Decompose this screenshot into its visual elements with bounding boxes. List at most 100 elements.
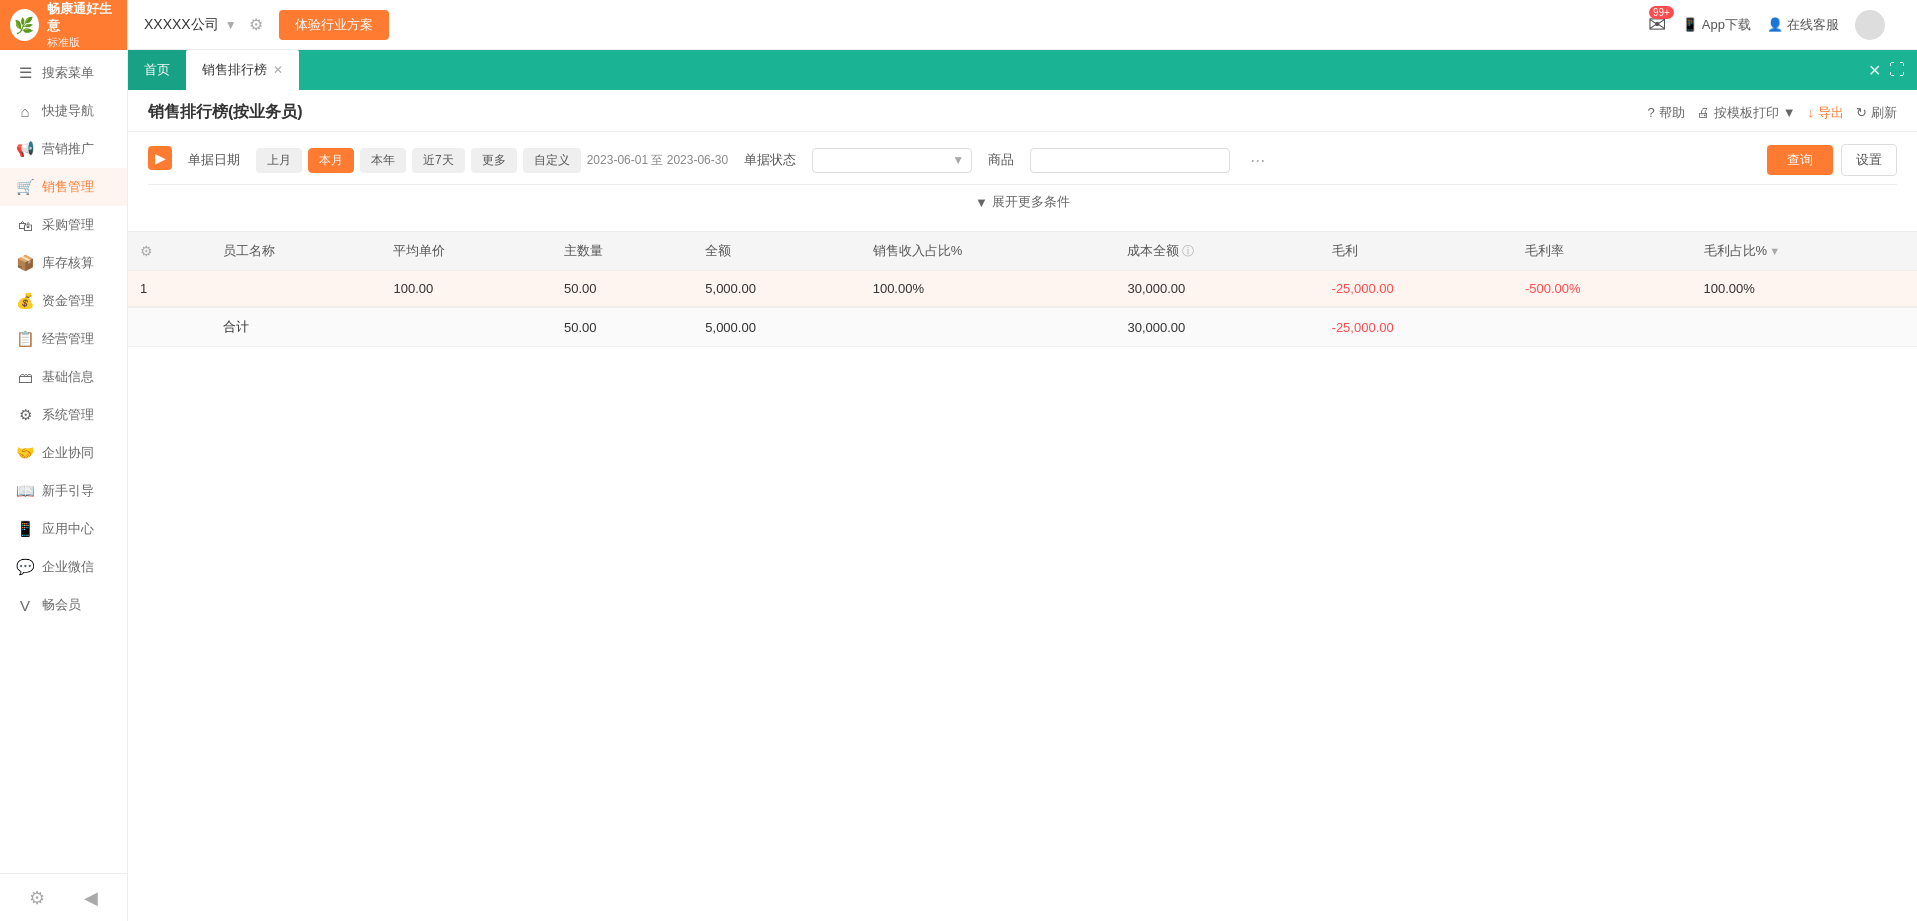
- date-btn-prev-month[interactable]: 上月: [256, 148, 302, 173]
- sidebar-icon-9: ⚙: [16, 406, 34, 424]
- company-arrow-icon: ▼: [225, 18, 237, 32]
- sidebar-label-4: 采购管理: [42, 216, 94, 234]
- sidebar-item-10[interactable]: 🤝 企业协同: [0, 434, 127, 472]
- sidebar-icon-1: ⌂: [16, 103, 34, 120]
- tab-close-icon[interactable]: ✕: [273, 63, 283, 77]
- logo-text: 畅康通好生意 标准版: [47, 1, 117, 49]
- query-button[interactable]: 查询: [1767, 145, 1833, 175]
- tab-sales-ranking[interactable]: 销售排行榜 ✕: [186, 50, 299, 90]
- logo-line2: 标准版: [47, 35, 117, 49]
- sidebar-item-8[interactable]: 🗃 基础信息: [0, 358, 127, 396]
- expand-more-button[interactable]: ▼ 展开更多条件: [975, 193, 1070, 211]
- settings-button[interactable]: 设置: [1841, 144, 1897, 176]
- sidebar-item-11[interactable]: 📖 新手引导: [0, 472, 127, 510]
- table-row: 1100.0050.005,000.00100.00%30,000.00-25,…: [128, 271, 1917, 308]
- table-container: ⚙ 员工名称 平均单价 主数量 全额 销售收入占比% 成本全额ⓘ 毛利 毛利率 …: [128, 232, 1917, 921]
- status-filter-label: 单据状态: [744, 151, 796, 169]
- filter-row-1: 单据日期 上月 本月 本年 近7天 更多 自定义 2023-06-01 至 20…: [188, 144, 1897, 176]
- sidebar-item-9[interactable]: ⚙ 系统管理: [0, 396, 127, 434]
- goods-input[interactable]: [1030, 148, 1230, 173]
- tab-home[interactable]: 首页: [128, 50, 186, 90]
- tab-home-label: 首页: [144, 61, 170, 79]
- footer-sales-pct: [861, 307, 1116, 347]
- app-icon: 📱: [1682, 17, 1698, 32]
- cell-name: [211, 271, 381, 308]
- sidebar-item-12[interactable]: 📱 应用中心: [0, 510, 127, 548]
- table-header-row: ⚙ 员工名称 平均单价 主数量 全额 销售收入占比% 成本全额ⓘ 毛利 毛利率 …: [128, 232, 1917, 271]
- status-select[interactable]: [812, 148, 972, 173]
- sidebar-item-0[interactable]: ☰ 搜索菜单: [0, 54, 127, 92]
- sidebar-item-5[interactable]: 📦 库存核算: [0, 244, 127, 282]
- sidebar-icon-0: ☰: [16, 64, 34, 82]
- date-btn-7days[interactable]: 近7天: [412, 148, 465, 173]
- date-btn-cur-month[interactable]: 本月: [308, 148, 354, 173]
- sidebar-label-3: 销售管理: [42, 178, 94, 196]
- col-gross-pct: 毛利占比%▼: [1692, 232, 1917, 271]
- date-btn-more[interactable]: 更多: [471, 148, 517, 173]
- topbar-right: ✉ 99+ 📱 App下载 👤 在线客服: [1648, 10, 1901, 40]
- print-label: 按模板打印: [1714, 104, 1779, 122]
- avatar[interactable]: [1855, 10, 1885, 40]
- col-amount: 全额: [693, 232, 860, 271]
- filter-bar: ▶ 单据日期 上月 本月 本年 近7天 更多 自定义 2023-06-01 至 …: [128, 132, 1917, 232]
- help-button[interactable]: ? 帮助: [1647, 104, 1684, 122]
- settings-gear-icon[interactable]: ⚙: [249, 15, 263, 34]
- goods-filter-label: 商品: [988, 151, 1014, 169]
- cell-avg-price: 100.00: [381, 271, 551, 308]
- col-cost: 成本全额ⓘ: [1115, 232, 1319, 271]
- sidebar-label-1: 快捷导航: [42, 102, 94, 120]
- sidebar-label-2: 营销推广: [42, 140, 94, 158]
- date-btn-custom[interactable]: 自定义: [523, 148, 581, 173]
- col-quantity: 主数量: [552, 232, 693, 271]
- sidebar-label-8: 基础信息: [42, 368, 94, 386]
- sidebar-icon-10: 🤝: [16, 444, 34, 462]
- sidebar-item-1[interactable]: ⌂ 快捷导航: [0, 92, 127, 130]
- logo-icon: 🌿: [10, 9, 39, 41]
- sidebar-icon-5: 📦: [16, 254, 34, 272]
- sidebar-item-7[interactable]: 📋 经营管理: [0, 320, 127, 358]
- collapse-icon[interactable]: ◀: [84, 887, 98, 909]
- sidebar-icon-3: 🛒: [16, 178, 34, 196]
- export-button[interactable]: ↓ 导出: [1808, 104, 1845, 122]
- col-name: 员工名称: [211, 232, 381, 271]
- main-area: XXXXX公司 ▼ ⚙ 体验行业方案 ✉ 99+ 📱 App下载 👤 在线客服: [128, 0, 1917, 921]
- date-btn-cur-year[interactable]: 本年: [360, 148, 406, 173]
- company-selector[interactable]: XXXXX公司 ▼: [144, 16, 237, 34]
- filter-toggle-button[interactable]: ▶: [148, 146, 172, 170]
- filter-more-dots[interactable]: ···: [1250, 150, 1265, 171]
- column-settings-icon[interactable]: ⚙: [140, 243, 153, 259]
- cost-info-icon[interactable]: ⓘ: [1182, 244, 1194, 258]
- company-name: XXXXX公司: [144, 16, 219, 34]
- sidebar-item-4[interactable]: 🛍 采购管理: [0, 206, 127, 244]
- settings-icon[interactable]: ⚙: [29, 887, 45, 909]
- footer-quantity: 50.00: [552, 307, 693, 347]
- print-button[interactable]: 🖨 按模板打印 ▼: [1697, 104, 1796, 122]
- sidebar-icon-7: 📋: [16, 330, 34, 348]
- refresh-icon: ↻: [1856, 105, 1867, 120]
- sidebar-item-6[interactable]: 💰 资金管理: [0, 282, 127, 320]
- tab-close-all-icon[interactable]: ✕: [1868, 61, 1881, 80]
- page-header: 销售排行榜(按业务员) ? 帮助 🖨 按模板打印 ▼ ↓ 导出 ↻ 刷新: [128, 90, 1917, 132]
- sidebar-item-13[interactable]: 💬 企业微信: [0, 548, 127, 586]
- gross-pct-sort-icon[interactable]: ▼: [1769, 245, 1780, 257]
- online-service-button[interactable]: 👤 在线客服: [1767, 16, 1839, 34]
- filter-fields: 单据日期 上月 本月 本年 近7天 更多 自定义 2023-06-01 至 20…: [188, 144, 1897, 184]
- refresh-button[interactable]: ↻ 刷新: [1856, 104, 1897, 122]
- service-label: 在线客服: [1787, 16, 1839, 34]
- date-range-display: 2023-06-01 至 2023-06-30: [587, 152, 728, 169]
- sidebar-item-3[interactable]: 🛒 销售管理: [0, 168, 127, 206]
- cell-quantity: 50.00: [552, 271, 693, 308]
- tab-expand-icon[interactable]: ⛶: [1889, 61, 1905, 79]
- message-badge: 99+: [1649, 6, 1674, 19]
- message-button[interactable]: ✉ 99+: [1648, 12, 1666, 38]
- col-gear: ⚙: [128, 232, 211, 271]
- expand-more-icon: ▼: [975, 195, 988, 210]
- sidebar-item-14[interactable]: V 畅会员: [0, 586, 127, 624]
- sidebar-item-2[interactable]: 📢 营销推广: [0, 130, 127, 168]
- sidebar-icon-12: 📱: [16, 520, 34, 538]
- footer-gross-rate: [1513, 307, 1692, 347]
- col-avg-price: 平均单价: [381, 232, 551, 271]
- trial-button[interactable]: 体验行业方案: [279, 10, 389, 40]
- app-download-button[interactable]: 📱 App下载: [1682, 16, 1751, 34]
- sidebar-nav: ☰ 搜索菜单 ⌂ 快捷导航 📢 营销推广 🛒 销售管理 🛍 采购管理 📦 库存核…: [0, 50, 127, 873]
